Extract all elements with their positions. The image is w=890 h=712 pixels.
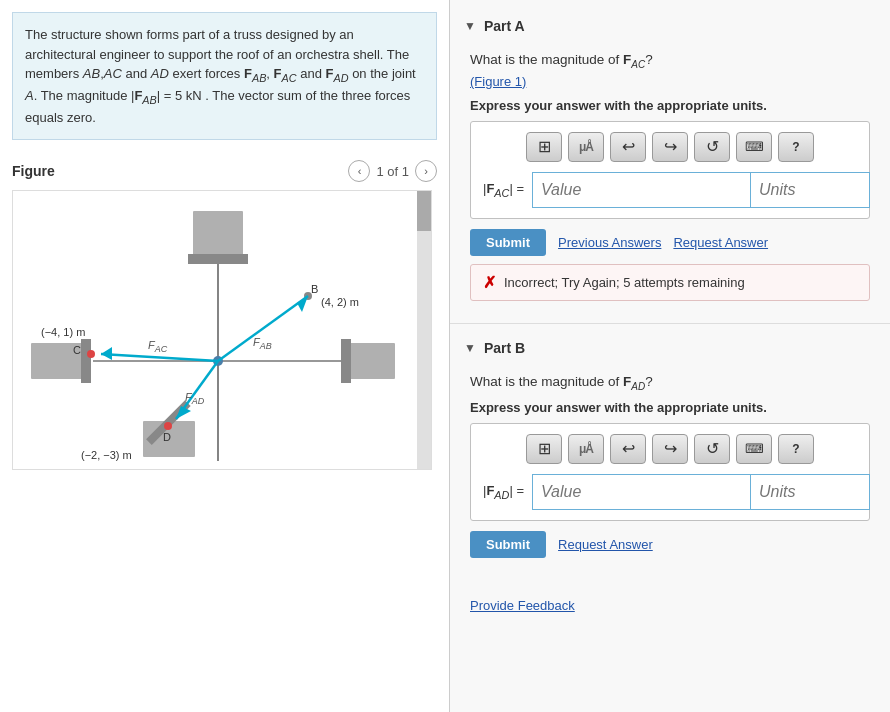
part-a-action-row: Submit Previous Answers Request Answer bbox=[470, 229, 870, 256]
part-a-figure-link[interactable]: (Figure 1) bbox=[470, 74, 526, 89]
figure-scrollbar-thumb[interactable] bbox=[417, 191, 431, 231]
part-b-content: What is the magnitude of FAD? Express yo… bbox=[450, 364, 890, 578]
part-a-value-input[interactable] bbox=[532, 172, 750, 208]
svg-rect-8 bbox=[188, 254, 248, 264]
part-a-units-input[interactable] bbox=[750, 172, 870, 208]
part-a-input-label: |FAC| = bbox=[483, 181, 524, 199]
part-b-answer-box: ⊞ μÅ ↩ ↪ ↺ ⌨ ? |FAD| = bbox=[470, 423, 870, 521]
figure-canvas: x y bbox=[12, 190, 432, 470]
svg-text:(4, 2) m: (4, 2) m bbox=[321, 296, 359, 308]
part-b-keyboard-button[interactable]: ⌨ bbox=[736, 434, 772, 464]
part-a-redo-button[interactable]: ↪ bbox=[652, 132, 688, 162]
part-a-content: What is the magnitude of FAC? (Figure 1)… bbox=[450, 42, 890, 313]
part-b-question: What is the magnitude of FAD? bbox=[470, 372, 870, 394]
part-b-help-button[interactable]: ? bbox=[778, 434, 814, 464]
svg-text:(−2, −3) m: (−2, −3) m bbox=[81, 449, 132, 461]
part-a-keyboard-button[interactable]: ⌨ bbox=[736, 132, 772, 162]
part-b-undo-button[interactable]: ↩ bbox=[610, 434, 646, 464]
part-a-input-row: |FAC| = bbox=[483, 172, 857, 208]
svg-text:D: D bbox=[163, 431, 171, 443]
part-b-input-label: |FAD| = bbox=[483, 483, 524, 501]
part-b-toolbar: ⊞ μÅ ↩ ↪ ↺ ⌨ ? bbox=[483, 434, 857, 464]
part-b-express-text: Express your answer with the appropriate… bbox=[470, 400, 870, 415]
next-figure-button[interactable]: › bbox=[415, 160, 437, 182]
right-panel: ▼ Part A What is the magnitude of FAC? (… bbox=[450, 0, 890, 712]
part-b-header[interactable]: ▼ Part B bbox=[450, 332, 890, 364]
part-a-undo-button[interactable]: ↩ bbox=[610, 132, 646, 162]
part-a-refresh-button[interactable]: ↺ bbox=[694, 132, 730, 162]
figure-diagram: x y bbox=[13, 191, 419, 470]
part-b-input-row: |FAD| = bbox=[483, 474, 857, 510]
part-a-error-text: Incorrect; Try Again; 5 attempts remaini… bbox=[504, 275, 745, 290]
part-b-value-input[interactable] bbox=[532, 474, 750, 510]
section-divider bbox=[450, 323, 890, 324]
prev-figure-button[interactable]: ‹ bbox=[348, 160, 370, 182]
part-a-grid-button[interactable]: ⊞ bbox=[526, 132, 562, 162]
svg-text:(−4, 1) m: (−4, 1) m bbox=[41, 326, 85, 338]
part-a-question: What is the magnitude of FAC? (Figure 1) bbox=[470, 50, 870, 92]
svg-rect-12 bbox=[341, 339, 351, 383]
part-b-arrow: ▼ bbox=[464, 341, 476, 355]
part-b-refresh-button[interactable]: ↺ bbox=[694, 434, 730, 464]
part-a-mu-button[interactable]: μÅ bbox=[568, 132, 604, 162]
part-b-title: Part B bbox=[484, 340, 525, 356]
svg-point-19 bbox=[87, 350, 95, 358]
part-b-section: ▼ Part B What is the magnitude of FAD? E… bbox=[450, 332, 890, 578]
provide-feedback-link[interactable]: Provide Feedback bbox=[450, 588, 890, 623]
part-a-title: Part A bbox=[484, 18, 525, 34]
part-a-help-button[interactable]: ? bbox=[778, 132, 814, 162]
svg-rect-10 bbox=[81, 339, 91, 383]
part-a-answer-box: ⊞ μÅ ↩ ↪ ↺ ⌨ ? |FAC| = bbox=[470, 121, 870, 219]
left-panel: The structure shown forms part of a trus… bbox=[0, 0, 450, 712]
part-a-submit-button[interactable]: Submit bbox=[470, 229, 546, 256]
svg-text:B: B bbox=[311, 283, 318, 295]
part-a-prev-answers-button[interactable]: Previous Answers bbox=[558, 235, 661, 250]
part-a-error-box: ✗ Incorrect; Try Again; 5 attempts remai… bbox=[470, 264, 870, 301]
error-icon: ✗ bbox=[483, 273, 496, 292]
figure-header: Figure ‹ 1 of 1 › bbox=[12, 160, 437, 182]
figure-nav: ‹ 1 of 1 › bbox=[348, 160, 437, 182]
figure-title: Figure bbox=[12, 163, 55, 179]
part-b-mu-button[interactable]: μÅ bbox=[568, 434, 604, 464]
part-b-redo-button[interactable]: ↪ bbox=[652, 434, 688, 464]
problem-description: The structure shown forms part of a trus… bbox=[12, 12, 437, 140]
svg-point-22 bbox=[164, 422, 172, 430]
svg-rect-7 bbox=[193, 211, 243, 256]
part-a-arrow: ▼ bbox=[464, 19, 476, 33]
figure-section: Figure ‹ 1 of 1 › x bbox=[0, 152, 449, 712]
part-a-request-answer-button[interactable]: Request Answer bbox=[673, 235, 768, 250]
part-b-request-answer-button[interactable]: Request Answer bbox=[558, 537, 653, 552]
part-a-header[interactable]: ▼ Part A bbox=[450, 10, 890, 42]
figure-page: 1 of 1 bbox=[376, 164, 409, 179]
figure-scrollbar[interactable] bbox=[417, 191, 431, 469]
part-b-units-input[interactable] bbox=[750, 474, 870, 510]
part-b-action-row: Submit Request Answer bbox=[470, 531, 870, 558]
part-a-section: ▼ Part A What is the magnitude of FAC? (… bbox=[450, 10, 890, 313]
part-a-toolbar: ⊞ μÅ ↩ ↪ ↺ ⌨ ? bbox=[483, 132, 857, 162]
svg-text:C: C bbox=[73, 344, 81, 356]
part-b-submit-button[interactable]: Submit bbox=[470, 531, 546, 558]
part-a-express-text: Express your answer with the appropriate… bbox=[470, 98, 870, 113]
part-b-grid-button[interactable]: ⊞ bbox=[526, 434, 562, 464]
